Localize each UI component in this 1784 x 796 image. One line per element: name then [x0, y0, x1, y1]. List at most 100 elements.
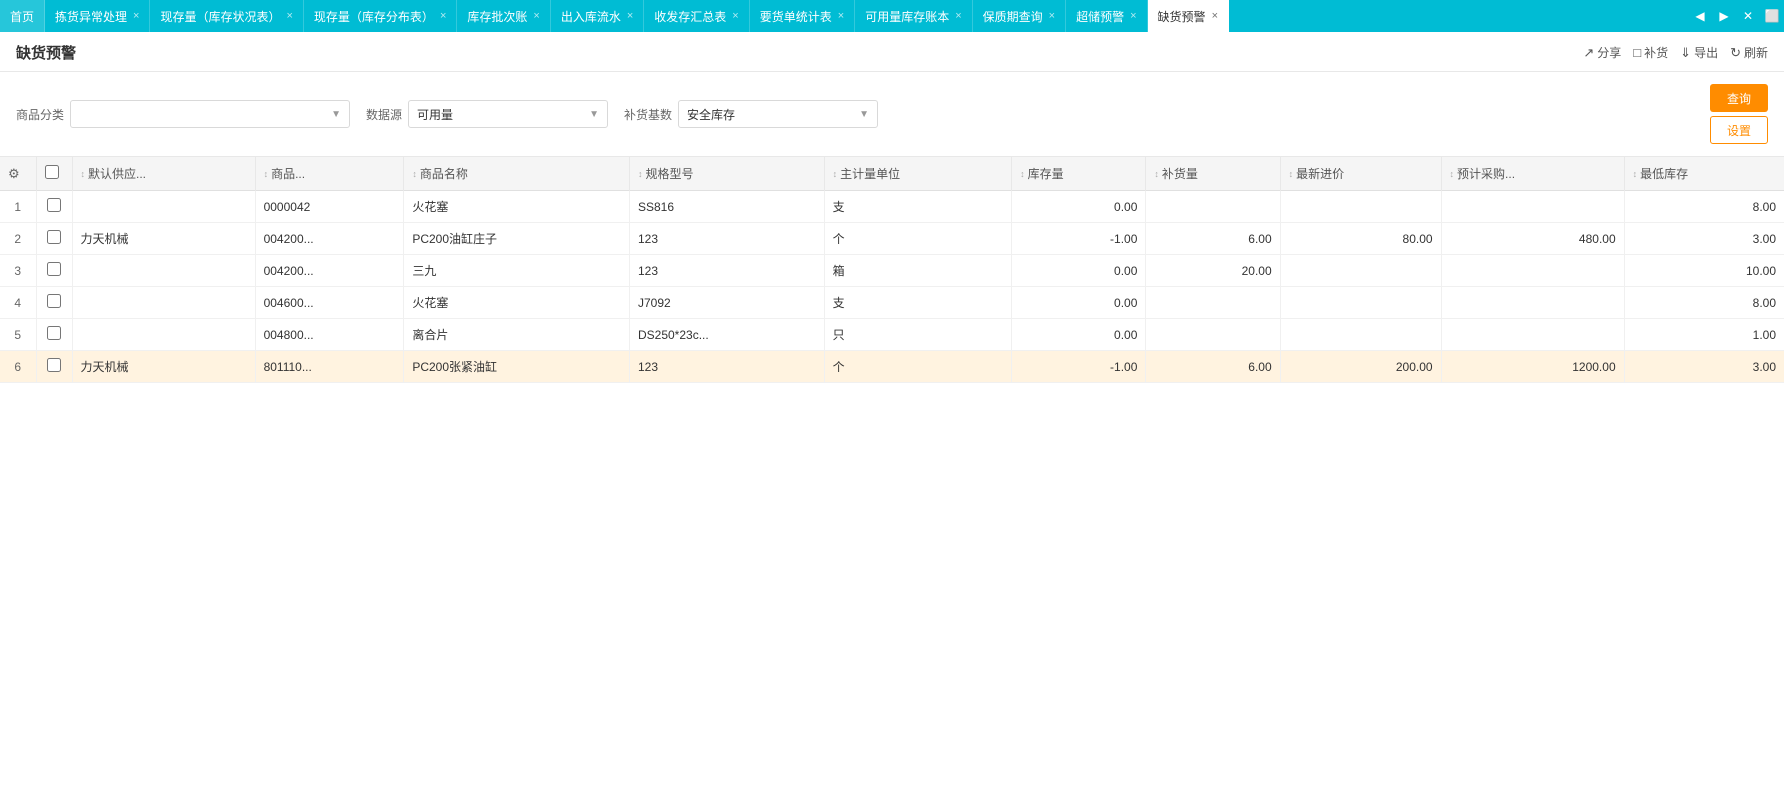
td-est-purchase-1: 480.00 [1441, 223, 1624, 255]
refresh-label: 刷新 [1744, 44, 1768, 61]
tab-expiry-close[interactable]: × [1049, 10, 1055, 22]
row-checkbox-4[interactable] [47, 326, 61, 340]
export-icon: ⇓ [1680, 45, 1691, 61]
th-unit-sort-icon[interactable]: ↕ [833, 169, 838, 179]
query-button[interactable]: 查询 [1710, 84, 1768, 112]
td-replenish-0 [1146, 191, 1280, 223]
category-filter-group: 商品分类 ▼ [16, 100, 350, 128]
td-replenish-5: 6.00 [1146, 351, 1280, 383]
th-replenish-sort-icon[interactable]: ↕ [1154, 169, 1159, 179]
row-number: 1 [14, 200, 21, 214]
th-est-purchase-sort-icon[interactable]: ↕ [1450, 169, 1455, 179]
share-button[interactable]: ↗ 分享 [1583, 44, 1621, 61]
data-table: ⚙ ↕ 默认供应... ↕ 商品... [0, 157, 1784, 383]
row-number: 5 [14, 328, 21, 342]
tab-inventory-dist[interactable]: 现存量（库存分布表） × [304, 0, 457, 32]
tab-overstock-close[interactable]: × [1130, 10, 1136, 22]
row-checkbox-1[interactable] [47, 230, 61, 244]
tab-flow-close[interactable]: × [627, 10, 633, 22]
tab-available-ledger-close[interactable]: × [955, 10, 961, 22]
settings-button[interactable]: 设置 [1710, 116, 1768, 144]
tab-purchase-stats-close[interactable]: × [838, 10, 844, 22]
tab-home[interactable]: 首页 [0, 0, 45, 32]
th-latest-price: ↕ 最新进价 [1280, 157, 1441, 191]
th-latest-price-label: 最新进价 [1296, 165, 1344, 182]
th-stock-label: 库存量 [1028, 165, 1064, 182]
export-button[interactable]: ⇓ 导出 [1680, 44, 1718, 61]
replenish-base-select-text: 安全库存 [687, 106, 735, 123]
td-code-2: 004200... [255, 255, 404, 287]
th-spec-sort-icon[interactable]: ↕ [638, 169, 643, 179]
th-min-stock-sort-icon[interactable]: ↕ [1633, 169, 1638, 179]
th-stock-sort-icon[interactable]: ↕ [1020, 169, 1025, 179]
tab-nav-prev[interactable]: ◀ [1688, 0, 1712, 32]
th-name-sort-icon[interactable]: ↕ [412, 169, 417, 179]
table-row: 1 0000042 火花塞 SS816 支 0.00 8.00 [0, 191, 1784, 223]
category-select[interactable]: ▼ [70, 100, 350, 128]
tab-inventory-status-close[interactable]: × [286, 10, 292, 22]
th-supplier-label: 默认供应... [88, 165, 146, 182]
th-code-sort-icon[interactable]: ↕ [264, 169, 269, 179]
td-latest-price-3 [1280, 287, 1441, 319]
tab-nav-close[interactable]: ✕ [1736, 0, 1760, 32]
td-spec-5: 123 [629, 351, 824, 383]
tab-flow[interactable]: 出入库流水 × [551, 0, 644, 32]
tab-available-ledger[interactable]: 可用量库存账本 × [855, 0, 972, 32]
row-checkbox-0[interactable] [47, 198, 61, 212]
td-code-0: 0000042 [255, 191, 404, 223]
table-header-row: ⚙ ↕ 默认供应... ↕ 商品... [0, 157, 1784, 191]
replenish-button[interactable]: □ 补货 [1633, 44, 1668, 61]
tab-pick-exception-close[interactable]: × [133, 10, 139, 22]
datasource-select[interactable]: 可用量 ▼ [408, 100, 608, 128]
td-spec-0: SS816 [629, 191, 824, 223]
tab-pick-exception[interactable]: 拣货异常处理 × [45, 0, 150, 32]
tab-expiry[interactable]: 保质期查询 × [973, 0, 1066, 32]
table-body: 1 0000042 火花塞 SS816 支 0.00 8.00 2 力天机械 0… [0, 191, 1784, 383]
tab-nav-next[interactable]: ▶ [1712, 0, 1736, 32]
td-spec-2: 123 [629, 255, 824, 287]
tab-shortage[interactable]: 缺货预警 × [1148, 0, 1229, 32]
refresh-icon: ↻ [1730, 45, 1741, 61]
td-est-purchase-3 [1441, 287, 1624, 319]
td-replenish-3 [1146, 287, 1280, 319]
header-actions: ↗ 分享 □ 补货 ⇓ 导出 ↻ 刷新 [1583, 44, 1768, 61]
td-checkbox-3 [36, 287, 72, 319]
datasource-select-text: 可用量 [417, 106, 453, 123]
th-latest-price-sort-icon[interactable]: ↕ [1289, 169, 1294, 179]
td-supplier-5: 力天机械 [72, 351, 255, 383]
td-name-0: 火花塞 [404, 191, 630, 223]
tab-overstock-label: 超储预警 [1076, 8, 1124, 25]
tab-purchase-stats[interactable]: 要货单统计表 × [750, 0, 855, 32]
replenish-base-select[interactable]: 安全库存 ▼ [678, 100, 878, 128]
th-name-label: 商品名称 [420, 165, 468, 182]
td-stock-2: 0.00 [1012, 255, 1146, 287]
column-settings-icon[interactable]: ⚙ [8, 166, 20, 181]
td-row-num-3: 4 [0, 287, 36, 319]
page-title: 缺货预警 [16, 42, 76, 63]
tab-batch-account[interactable]: 库存批次账 × [457, 0, 550, 32]
tab-nav-fullscreen[interactable]: ⬜ [1760, 0, 1784, 32]
tab-shortage-close[interactable]: × [1212, 10, 1218, 22]
tab-batch-account-close[interactable]: × [533, 10, 539, 22]
td-supplier-2 [72, 255, 255, 287]
row-checkbox-5[interactable] [47, 358, 61, 372]
td-stock-3: 0.00 [1012, 287, 1146, 319]
td-latest-price-2 [1280, 255, 1441, 287]
th-est-purchase: ↕ 预计采购... [1441, 157, 1624, 191]
th-spec: ↕ 规格型号 [629, 157, 824, 191]
select-all-checkbox[interactable] [45, 165, 59, 179]
th-spec-label: 规格型号 [645, 165, 693, 182]
tab-inventory-status[interactable]: 现存量（库存状况表） × [150, 0, 303, 32]
tab-summary-close[interactable]: × [732, 10, 738, 22]
th-supplier-sort-icon[interactable]: ↕ [81, 169, 86, 179]
td-min-stock-4: 1.00 [1624, 319, 1784, 351]
td-min-stock-2: 10.00 [1624, 255, 1784, 287]
tab-inventory-dist-close[interactable]: × [440, 10, 446, 22]
row-checkbox-3[interactable] [47, 294, 61, 308]
td-checkbox-2 [36, 255, 72, 287]
tab-overstock[interactable]: 超储预警 × [1066, 0, 1147, 32]
tab-summary[interactable]: 收发存汇总表 × [644, 0, 749, 32]
row-checkbox-2[interactable] [47, 262, 61, 276]
refresh-button[interactable]: ↻ 刷新 [1730, 44, 1768, 61]
td-spec-4: DS250*23c... [629, 319, 824, 351]
